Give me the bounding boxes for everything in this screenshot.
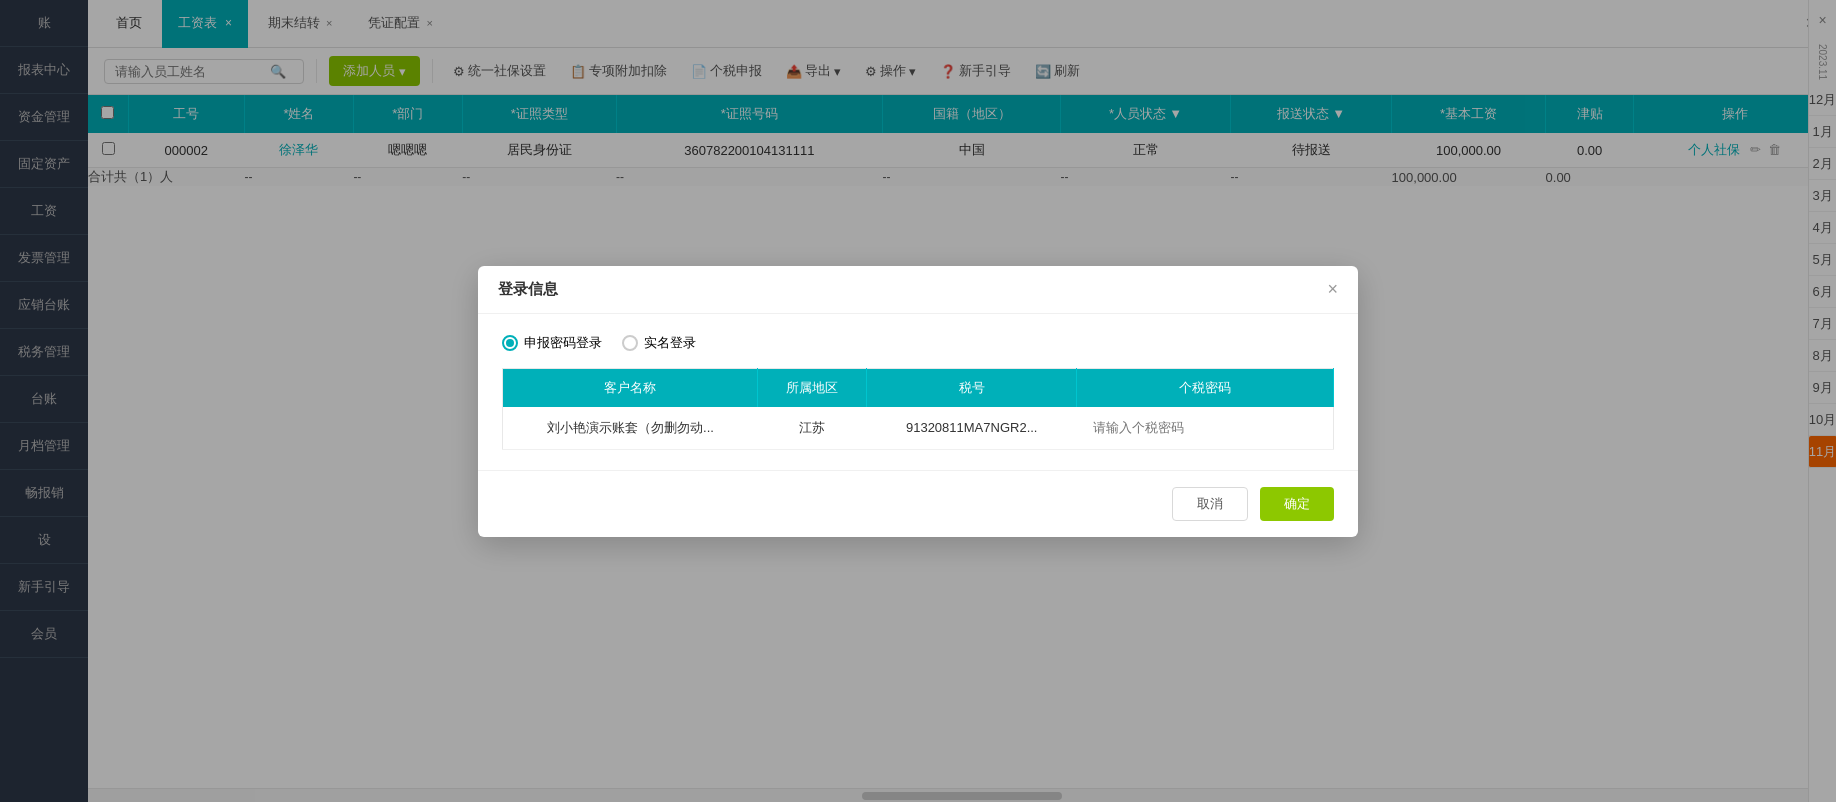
client-name-cell: 刘小艳演示账套（勿删勿动... — [503, 407, 758, 450]
modal-overlay: 登录信息 × 申报密码登录 实名登录 — [0, 0, 1836, 802]
cancel-button[interactable]: 取消 — [1172, 487, 1248, 521]
radio-realname-dot — [622, 335, 638, 351]
client-region-cell: 江苏 — [758, 407, 867, 450]
radio-realname-login[interactable]: 实名登录 — [622, 334, 696, 352]
dialog-header: 登录信息 × — [478, 266, 1358, 314]
dialog-footer: 取消 确定 — [478, 470, 1358, 537]
client-tax-no-cell: 91320811MA7NGR2... — [867, 407, 1077, 450]
client-table-header: 客户名称 所属地区 税号 个税密码 — [503, 368, 1334, 407]
radio-password-login[interactable]: 申报密码登录 — [502, 334, 602, 352]
col-region: 所属地区 — [758, 368, 867, 407]
client-table-row: 刘小艳演示账套（勿删勿动... 江苏 91320811MA7NGR2... — [503, 407, 1334, 450]
col-tax-no: 税号 — [867, 368, 1077, 407]
client-table: 客户名称 所属地区 税号 个税密码 — [502, 368, 1334, 450]
col-client-name: 客户名称 — [503, 368, 758, 407]
login-type-radio-group: 申报密码登录 实名登录 — [502, 334, 1334, 352]
col-tax-password: 个税密码 — [1077, 368, 1334, 407]
dialog-body: 申报密码登录 实名登录 客户名称 所属地区 — [478, 314, 1358, 470]
client-tax-password-cell — [1077, 407, 1334, 450]
radio-password-dot — [502, 335, 518, 351]
login-dialog: 登录信息 × 申报密码登录 实名登录 — [478, 266, 1358, 537]
tax-password-input[interactable] — [1093, 420, 1318, 435]
confirm-button[interactable]: 确定 — [1260, 487, 1334, 521]
dialog-close-button[interactable]: × — [1327, 280, 1338, 298]
dialog-title: 登录信息 — [498, 280, 558, 299]
